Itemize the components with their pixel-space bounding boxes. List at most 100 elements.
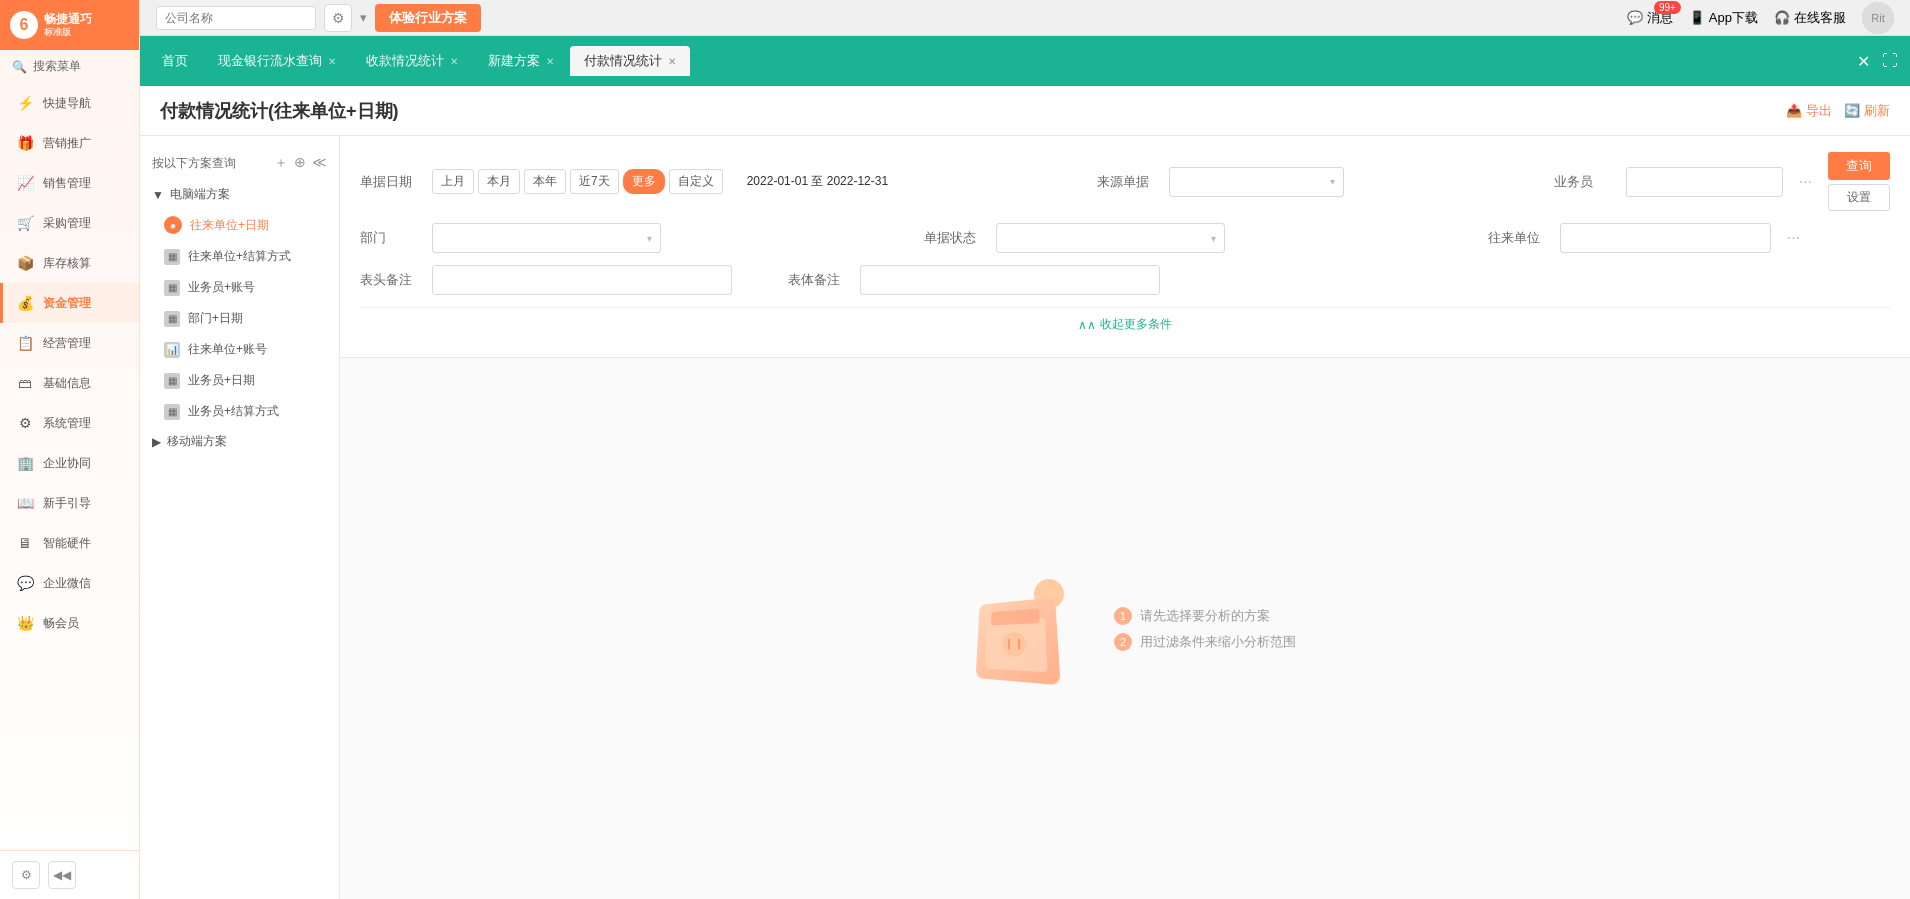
sidebar-item-operations[interactable]: 📋 经营管理 bbox=[0, 323, 139, 363]
sidebar-item-system[interactable]: ⚙ 系统管理 bbox=[0, 403, 139, 443]
dept-select[interactable]: ▾ bbox=[432, 223, 661, 253]
window-expand-button[interactable]: ⛶ bbox=[1878, 50, 1902, 72]
salesperson-label: 业务员 bbox=[1554, 173, 1610, 191]
sidebar-item-beginner[interactable]: 📖 新手引导 bbox=[0, 483, 139, 523]
scheme-item-salesperson-settle[interactable]: ▦ 业务员+结算方式 bbox=[140, 396, 339, 427]
date-btn-custom[interactable]: 自定义 bbox=[669, 169, 723, 194]
tab-payment-close-icon[interactable]: ✕ bbox=[668, 56, 676, 67]
sidebar-footer: ⚙ ◀◀ bbox=[0, 850, 139, 899]
sidebar-item-marketing[interactable]: 🎁 营销推广 bbox=[0, 123, 139, 163]
scheme-item-dept-date[interactable]: ▦ 部门+日期 bbox=[140, 303, 339, 334]
empty-hint-2: 2 用过滤条件来缩小分析范围 bbox=[1114, 633, 1296, 651]
company-search-input[interactable] bbox=[156, 6, 316, 30]
scheme-item-partner-account[interactable]: 📊 往来单位+账号 bbox=[140, 334, 339, 365]
tab-bank[interactable]: 现金银行流水查询 ✕ bbox=[204, 46, 350, 76]
refresh-button[interactable]: 🔄 刷新 bbox=[1844, 102, 1890, 120]
empty-hint-1: 1 请先选择要分析的方案 bbox=[1114, 607, 1296, 625]
sidebar-item-finance[interactable]: 💰 资金管理 bbox=[0, 283, 139, 323]
voucher-status-label: 单据状态 bbox=[924, 229, 980, 247]
service-icon: 🎧 bbox=[1774, 10, 1790, 25]
filter-row-3: 表头备注 表体备注 bbox=[360, 265, 1890, 295]
scheme-item-salesperson-date[interactable]: ▦ 业务员+日期 bbox=[140, 365, 339, 396]
message-button[interactable]: 💬 消息 99+ bbox=[1627, 9, 1673, 27]
online-service-button[interactable]: 🎧 在线客服 bbox=[1774, 9, 1846, 27]
sidebar-item-basic-info[interactable]: 🗃 基础信息 bbox=[0, 363, 139, 403]
scheme-settings-icon[interactable]: ⊕ bbox=[294, 154, 306, 172]
sidebar-item-member[interactable]: 👑 畅会员 bbox=[0, 603, 139, 643]
date-btn-last-month[interactable]: 上月 bbox=[432, 169, 474, 194]
collapse-more-button[interactable]: ∧∧ 收起更多条件 bbox=[360, 307, 1890, 341]
scheme-item-salesperson-account[interactable]: ▦ 业务员+账号 bbox=[140, 272, 339, 303]
scheme-panel-icons: ＋ ⊕ ≪ bbox=[274, 154, 327, 172]
salesperson-input[interactable] bbox=[1626, 167, 1783, 197]
sidebar-item-purchase[interactable]: 🛒 采购管理 bbox=[0, 203, 139, 243]
partner-dots-button[interactable]: ··· bbox=[1787, 229, 1800, 247]
table-body-note-input[interactable] bbox=[860, 265, 1160, 295]
app-download-label: App下载 bbox=[1709, 9, 1758, 27]
table-header-note-input[interactable] bbox=[432, 265, 732, 295]
scheme-collapse-button[interactable]: ≪ bbox=[312, 154, 327, 172]
scheme-group-desktop[interactable]: ▼ 电脑端方案 bbox=[140, 180, 339, 209]
empty-box-shape bbox=[976, 597, 1061, 685]
sidebar-item-inventory[interactable]: 📦 库存核算 bbox=[0, 243, 139, 283]
date-btn-this-year[interactable]: 本年 bbox=[524, 169, 566, 194]
table-body-note-label: 表体备注 bbox=[788, 271, 844, 289]
scheme-group-mobile-arrow: ▶ bbox=[152, 435, 161, 449]
scheme-item-label: 往来单位+日期 bbox=[190, 217, 269, 234]
tab-new-scheme[interactable]: 新建方案 ✕ bbox=[474, 46, 568, 76]
query-button[interactable]: 查询 bbox=[1828, 152, 1890, 180]
sidebar-settings-btn[interactable]: ⚙ bbox=[12, 861, 40, 889]
sidebar-item-enterprise[interactable]: 🏢 企业协同 bbox=[0, 443, 139, 483]
dept-chevron-icon: ▾ bbox=[647, 233, 652, 244]
scheme-group-desktop-label: 电脑端方案 bbox=[170, 186, 230, 203]
date-btn-more[interactable]: 更多 bbox=[623, 169, 665, 194]
scheme-add-icon[interactable]: ＋ bbox=[274, 154, 288, 172]
partner-input[interactable] bbox=[1560, 223, 1771, 253]
sidebar-item-label: 快捷导航 bbox=[43, 95, 91, 112]
filter-area: 单据日期 上月 本月 本年 近7天 更多 自定义 2022-01-01 至 20… bbox=[340, 136, 1910, 358]
date-btn-7days[interactable]: 近7天 bbox=[570, 169, 619, 194]
search-menu-item[interactable]: 🔍 搜索菜单 bbox=[0, 50, 139, 83]
experience-scheme-button[interactable]: 体验行业方案 bbox=[375, 4, 481, 32]
refresh-label: 刷新 bbox=[1864, 102, 1890, 120]
scheme-group-mobile[interactable]: ▶ 移动端方案 bbox=[140, 427, 339, 456]
settings-gear-button[interactable]: ⚙ bbox=[324, 4, 352, 32]
scheme-item-icon: ▦ bbox=[164, 249, 180, 265]
search-icon: 🔍 bbox=[12, 60, 27, 74]
sidebar-collapse-btn[interactable]: ◀◀ bbox=[48, 861, 76, 889]
tab-bank-close-icon[interactable]: ✕ bbox=[328, 56, 336, 67]
dropdown-arrow-icon[interactable]: ▾ bbox=[360, 10, 367, 25]
voucher-status-select[interactable]: ▾ bbox=[996, 223, 1225, 253]
scheme-item-partner-settle[interactable]: ▦ 往来单位+结算方式 bbox=[140, 241, 339, 272]
voucher-date-label: 单据日期 bbox=[360, 173, 416, 191]
collapse-up-icon: ∧∧ bbox=[1078, 318, 1096, 332]
scheme-panel-label: 按以下方案查询 bbox=[152, 155, 236, 172]
window-close-button[interactable]: ✕ bbox=[1853, 50, 1874, 73]
system-icon: ⚙ bbox=[15, 413, 35, 433]
sidebar-item-wechat[interactable]: 💬 企业微信 bbox=[0, 563, 139, 603]
source-voucher-label: 来源单据 bbox=[1097, 173, 1153, 191]
tab-new-scheme-close-icon[interactable]: ✕ bbox=[546, 56, 554, 67]
tab-income-close-icon[interactable]: ✕ bbox=[450, 56, 458, 67]
tab-home[interactable]: 首页 bbox=[148, 46, 202, 76]
tab-income[interactable]: 收款情况统计 ✕ bbox=[352, 46, 472, 76]
tab-payment[interactable]: 付款情况统计 ✕ bbox=[570, 46, 690, 76]
table-header-note-label: 表头备注 bbox=[360, 271, 416, 289]
source-voucher-select[interactable]: ▾ bbox=[1169, 167, 1344, 197]
scheme-item-partner-date[interactable]: ● 往来单位+日期 bbox=[140, 209, 339, 241]
date-btn-this-month[interactable]: 本月 bbox=[478, 169, 520, 194]
scheme-item-icon: ▦ bbox=[164, 404, 180, 420]
page-header-actions: 📤 导出 🔄 刷新 bbox=[1786, 102, 1890, 120]
export-button[interactable]: 📤 导出 bbox=[1786, 102, 1832, 120]
user-avatar[interactable]: Rit bbox=[1862, 2, 1894, 34]
dept-label: 部门 bbox=[360, 229, 416, 247]
settings-button[interactable]: 设置 bbox=[1828, 184, 1890, 211]
sidebar-item-sales[interactable]: 📈 销售管理 bbox=[0, 163, 139, 203]
sidebar-item-hardware[interactable]: 🖥 智能硬件 bbox=[0, 523, 139, 563]
salesperson-dots-button[interactable]: ··· bbox=[1799, 173, 1812, 191]
empty-illustration bbox=[954, 579, 1074, 679]
scheme-item-label: 业务员+账号 bbox=[188, 279, 255, 296]
app-download-button[interactable]: 📱 App下载 bbox=[1689, 9, 1758, 27]
sidebar-item-label: 企业微信 bbox=[43, 575, 91, 592]
sidebar-item-quick-nav[interactable]: ⚡ 快捷导航 bbox=[0, 83, 139, 123]
